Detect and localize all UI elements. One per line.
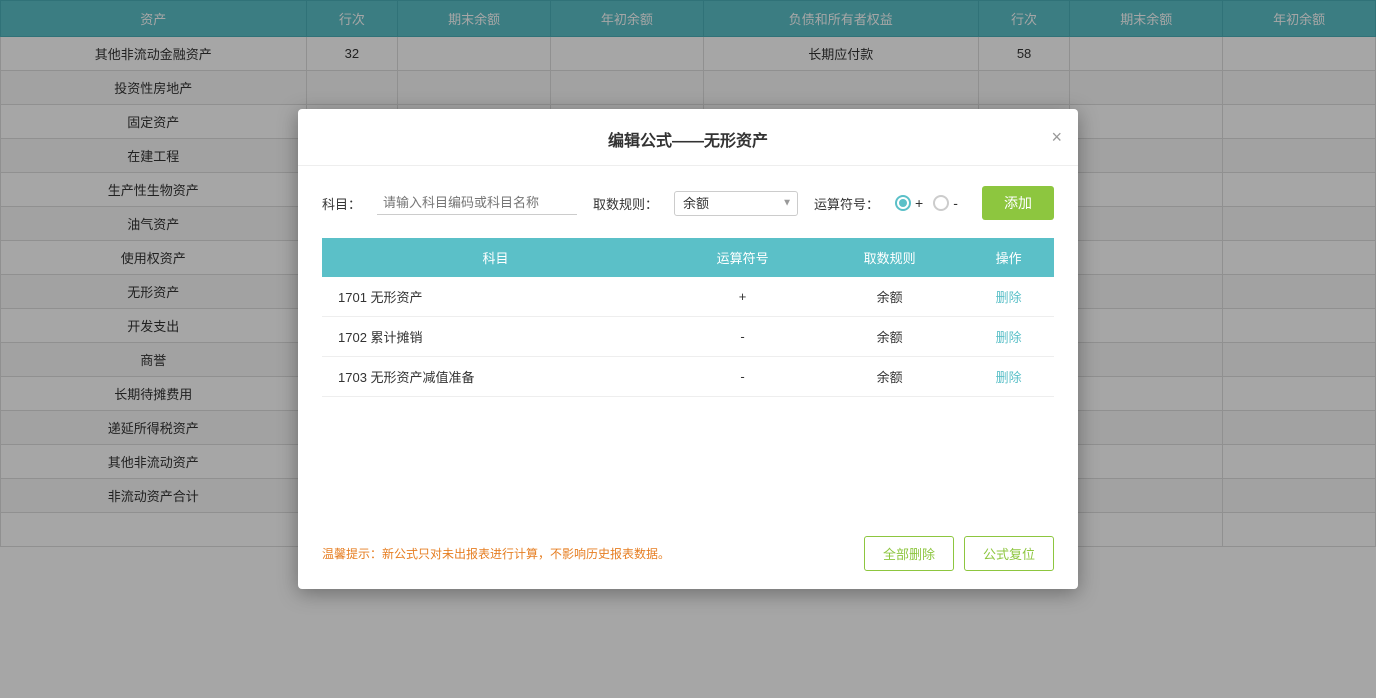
row1-delete-link[interactable]: 删除 — [996, 290, 1022, 305]
row3-subject: 1703 无形资产减值准备 — [322, 357, 669, 397]
row2-delete-link[interactable]: 删除 — [996, 330, 1022, 345]
radio-plus-circle — [895, 195, 911, 211]
modal-body: 科目： 取数规则： 余额 借方发生额 贷方发生额 借方累计发生额 贷方累计发生额… — [298, 166, 1078, 522]
table-header-row: 科目 运算符号 取数规则 操作 — [322, 238, 1054, 277]
row3-action: 删除 — [963, 357, 1054, 397]
footer-tip: 温馨提示：新公式只对未出报表进行计算，不影响历史报表数据。 — [322, 545, 670, 562]
rule-select[interactable]: 余额 借方发生额 贷方发生额 借方累计发生额 贷方累计发生额 — [674, 191, 798, 216]
col-action: 操作 — [963, 238, 1054, 277]
table-row: 1701 无形资产 + 余额 删除 — [322, 277, 1054, 317]
rule-label: 取数规则： — [593, 194, 658, 213]
footer-buttons: 全部删除 公式复位 — [864, 536, 1054, 571]
row3-delete-link[interactable]: 删除 — [996, 370, 1022, 385]
col-subject: 科目 — [322, 238, 669, 277]
form-row: 科目： 取数规则： 余额 借方发生额 贷方发生额 借方累计发生额 贷方累计发生额… — [322, 186, 1054, 220]
row1-action: 删除 — [963, 277, 1054, 317]
formula-table: 科目 运算符号 取数规则 操作 1701 无形资产 + 余额 删除 — [322, 238, 1054, 397]
radio-plus-label: + — [915, 195, 923, 211]
radio-minus-circle — [933, 195, 949, 211]
close-button[interactable]: × — [1051, 128, 1062, 146]
col-operator: 运算符号 — [669, 238, 816, 277]
row2-subject: 1702 累计摊销 — [322, 317, 669, 357]
row2-action: 删除 — [963, 317, 1054, 357]
radio-minus[interactable]: - — [933, 195, 958, 211]
row1-subject: 1701 无形资产 — [322, 277, 669, 317]
subject-label: 科目： — [322, 194, 361, 213]
table-row: 1702 累计摊销 - 余额 删除 — [322, 317, 1054, 357]
row1-operator: + — [669, 277, 816, 317]
table-row: 1703 无形资产减值准备 - 余额 删除 — [322, 357, 1054, 397]
modal-footer: 温馨提示：新公式只对未出报表进行计算，不影响历史报表数据。 全部删除 公式复位 — [298, 522, 1078, 589]
row2-rule: 余额 — [816, 317, 963, 357]
modal-header: 编辑公式——无形资产 × — [298, 109, 1078, 166]
add-button[interactable]: 添加 — [982, 186, 1054, 220]
delete-all-button[interactable]: 全部删除 — [864, 536, 954, 571]
modal-dialog: 编辑公式——无形资产 × 科目： 取数规则： 余额 借方发生额 贷方发生额 借方… — [298, 109, 1078, 589]
radio-minus-label: - — [953, 195, 958, 211]
subject-input[interactable] — [377, 191, 577, 215]
row3-rule: 余额 — [816, 357, 963, 397]
row1-rule: 余额 — [816, 277, 963, 317]
radio-plus[interactable]: + — [895, 195, 923, 211]
modal-overlay: 编辑公式——无形资产 × 科目： 取数规则： 余额 借方发生额 贷方发生额 借方… — [0, 0, 1376, 698]
reset-button[interactable]: 公式复位 — [964, 536, 1054, 571]
operator-label: 运算符号： — [814, 194, 879, 213]
modal-title: 编辑公式——无形资产 — [608, 127, 768, 151]
row2-operator: - — [669, 317, 816, 357]
col-rule: 取数规则 — [816, 238, 963, 277]
row3-operator: - — [669, 357, 816, 397]
operator-group: + - — [895, 195, 958, 211]
rule-select-container: 余额 借方发生额 贷方发生额 借方累计发生额 贷方累计发生额 ▼ — [674, 191, 798, 216]
